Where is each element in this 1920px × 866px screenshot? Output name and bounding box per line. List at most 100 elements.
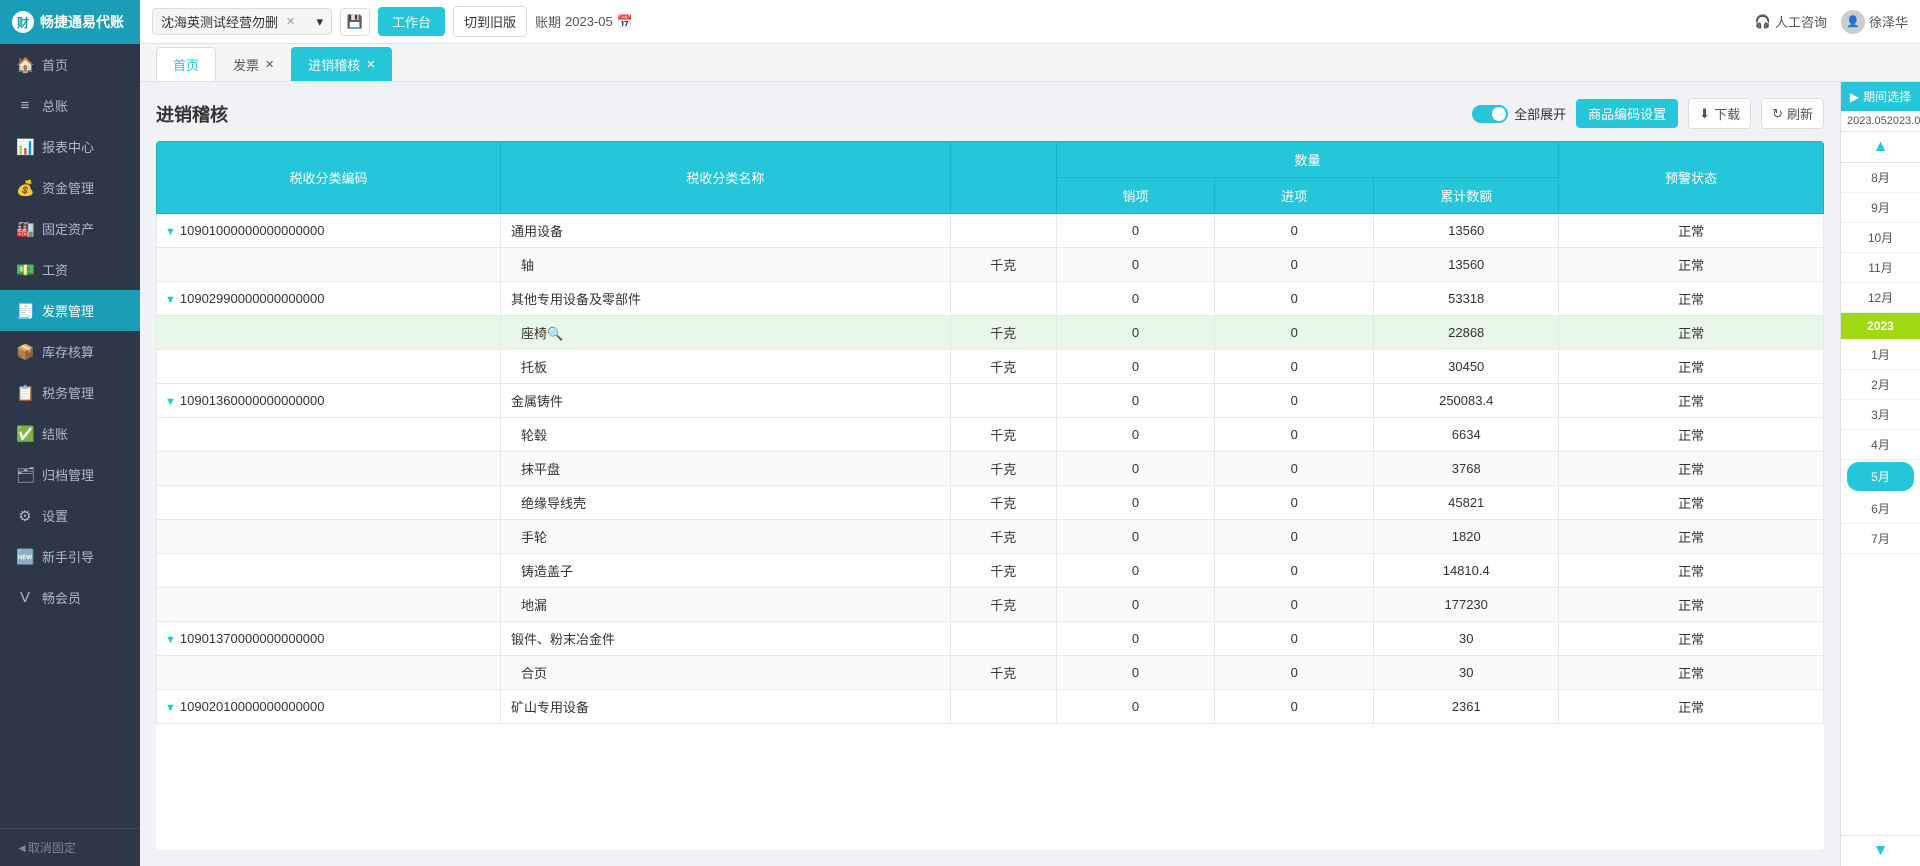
table-row[interactable]: 托板 千克 0 0 30450 正常 [157, 350, 1824, 384]
table-row[interactable]: ▼10902010000000000000 矿山专用设备 0 0 2361 正常 [157, 690, 1824, 724]
page-header: 进销稽核 全部展开 商品编码设置 ⬇ 下载 ↻ 刷新 [156, 98, 1824, 129]
cell-total: 45821 [1374, 486, 1559, 520]
sidebar-item-settings[interactable]: ⚙ 设置 [0, 495, 140, 536]
headset-icon: 🎧 [1755, 14, 1771, 30]
cell-purchase: 0 [1215, 214, 1374, 248]
calendar-icon[interactable]: 📅 [617, 14, 633, 30]
cell-code [157, 350, 501, 384]
collapse-icon[interactable]: ▼ [165, 226, 176, 238]
cell-name: 座椅🔍 [500, 316, 950, 350]
table-row[interactable]: 绝缘导线壳 千克 0 0 45821 正常 [157, 486, 1824, 520]
workbench-button[interactable]: 工作台 [378, 7, 445, 36]
tab-reconcile-close[interactable]: ✕ [366, 58, 375, 71]
sidebar-item-assets[interactable]: 🏭 固定资产 [0, 208, 140, 249]
cell-total: 250083.4 [1374, 384, 1559, 418]
th-code: 税收分类编码 [157, 142, 501, 214]
table-row[interactable]: 抹平盘 千克 0 0 3768 正常 [157, 452, 1824, 486]
period-item-6[interactable]: 6月 [1841, 494, 1920, 524]
period-up-button[interactable]: ▲ [1867, 138, 1895, 156]
period-panel-header: ▶ 期间选择 [1841, 82, 1920, 111]
save-button[interactable]: 💾 [340, 8, 370, 36]
refresh-button[interactable]: ↻ 刷新 [1761, 98, 1824, 129]
company-delete-icon[interactable]: ✕ [286, 15, 295, 28]
cell-unit: 千克 [950, 350, 1056, 384]
search-icon[interactable]: 🔍 [547, 326, 563, 341]
cell-code: ▼10902010000000000000 [157, 690, 501, 724]
period-item-11[interactable]: 11月 [1841, 253, 1920, 283]
period-item-4[interactable]: 4月 [1841, 430, 1920, 460]
download-button[interactable]: ⬇ 下载 [1688, 98, 1751, 129]
period-item-9[interactable]: 9月 [1841, 193, 1920, 223]
period-nav-bottom: ▼ [1841, 835, 1920, 866]
table-row[interactable]: 铸造盖子 千克 0 0 14810.4 正常 [157, 554, 1824, 588]
sidebar-item-invoice[interactable]: 🧾 发票管理 [0, 290, 140, 331]
table-row[interactable]: ▼10901360000000000000 金属铸件 0 0 250083.4 … [157, 384, 1824, 418]
table-row[interactable]: ▼10901370000000000000 锻件、粉末冶金件 0 0 30 正常 [157, 622, 1824, 656]
collapse-icon[interactable]: ▼ [165, 702, 176, 714]
table-row[interactable]: ▼10902990000000000000 其他专用设备及零部件 0 0 533… [157, 282, 1824, 316]
period-item-3[interactable]: 3月 [1841, 400, 1920, 430]
tab-invoice[interactable]: 发票 ✕ [216, 47, 291, 81]
product-code-button[interactable]: 商品编码设置 [1576, 99, 1678, 128]
unpin-sidebar[interactable]: ◄取消固定 [0, 828, 140, 866]
table-row[interactable]: 合页 千克 0 0 30 正常 [157, 656, 1824, 690]
avatar: 👤 [1841, 10, 1865, 34]
expand-toggle[interactable]: 全部展开 [1472, 104, 1566, 123]
tab-reconcile[interactable]: 进销稽核 ✕ [291, 47, 392, 81]
sidebar-item-home[interactable]: 🏠 首页 [0, 44, 140, 85]
period-value: 2023-05 [565, 14, 613, 29]
period-down-button[interactable]: ▼ [1867, 842, 1895, 860]
cell-sales: 0 [1056, 486, 1215, 520]
sidebar-item-tax[interactable]: 📋 税务管理 [0, 372, 140, 413]
collapse-icon[interactable]: ▼ [165, 634, 176, 646]
help-button[interactable]: 🎧 人工咨询 [1755, 12, 1827, 31]
table-row[interactable]: 手轮 千克 0 0 1820 正常 [157, 520, 1824, 554]
sidebar-label-member: 畅会员 [42, 588, 81, 607]
period-item-12[interactable]: 12月 [1841, 283, 1920, 313]
company-dropdown-icon[interactable]: ▾ [316, 14, 323, 30]
cell-purchase: 0 [1215, 350, 1374, 384]
sidebar-item-ledger[interactable]: ≡ 总账 [0, 85, 140, 126]
switch-version-button[interactable]: 切到旧版 [453, 6, 527, 37]
period-item-5[interactable]: 5月 [1847, 462, 1914, 492]
period-item-8[interactable]: 8月 [1841, 163, 1920, 193]
period-item-1[interactable]: 1月 [1841, 340, 1920, 370]
chevron-right-icon[interactable]: ▶ [1850, 90, 1859, 104]
sidebar-label-invoice: 发票管理 [42, 301, 94, 320]
sidebar-item-reports[interactable]: 📊 报表中心 [0, 126, 140, 167]
sidebar-item-settle[interactable]: ✅ 结账 [0, 413, 140, 454]
sidebar-item-guide[interactable]: 🆕 新手引导 [0, 536, 140, 577]
cell-sales: 0 [1056, 622, 1215, 656]
collapse-icon[interactable]: ▼ [165, 294, 176, 306]
table-row[interactable]: 地漏 千克 0 0 177230 正常 [157, 588, 1824, 622]
period-range-1: 2023.05 [1847, 115, 1887, 127]
tab-home[interactable]: 首页 [156, 47, 216, 81]
table-row[interactable]: ▼10901000000000000000 通用设备 0 0 13560 正常 [157, 214, 1824, 248]
cell-total: 6634 [1374, 418, 1559, 452]
cell-name: 通用设备 [500, 214, 950, 248]
table-row[interactable]: 轮毂 千克 0 0 6634 正常 [157, 418, 1824, 452]
tab-invoice-close[interactable]: ✕ [265, 58, 274, 71]
sidebar-item-member[interactable]: V 畅会员 [0, 577, 140, 618]
page-title: 进销稽核 [156, 101, 228, 127]
company-selector[interactable]: 沈海英测试经营勿删 ✕ ▾ [152, 8, 332, 35]
table-row[interactable]: 轴 千克 0 0 13560 正常 [157, 248, 1824, 282]
sidebar-item-archive[interactable]: 🗂 归档管理 [0, 454, 140, 495]
cell-name: 轴 [500, 248, 950, 282]
sidebar-item-salary[interactable]: 💵 工资 [0, 249, 140, 290]
collapse-icon[interactable]: ▼ [165, 396, 176, 408]
sidebar-item-funds[interactable]: 💰 资金管理 [0, 167, 140, 208]
toggle-switch[interactable] [1472, 105, 1508, 123]
period-item-2[interactable]: 2月 [1841, 370, 1920, 400]
table-row[interactable]: 座椅🔍 千克 0 0 22868 正常 [157, 316, 1824, 350]
cell-status: 正常 [1559, 486, 1824, 520]
sidebar-item-inventory[interactable]: 📦 库存核算 [0, 331, 140, 372]
user-menu[interactable]: 👤 徐泽华 [1841, 10, 1908, 34]
period-range-2: 2023.05 [1887, 115, 1920, 127]
cell-name: 地漏 [500, 588, 950, 622]
period-item-10[interactable]: 10月 [1841, 223, 1920, 253]
period-item-7[interactable]: 7月 [1841, 524, 1920, 554]
cell-purchase: 0 [1215, 418, 1374, 452]
cell-code: ▼10901000000000000000 [157, 214, 501, 248]
guide-icon: 🆕 [16, 548, 34, 566]
